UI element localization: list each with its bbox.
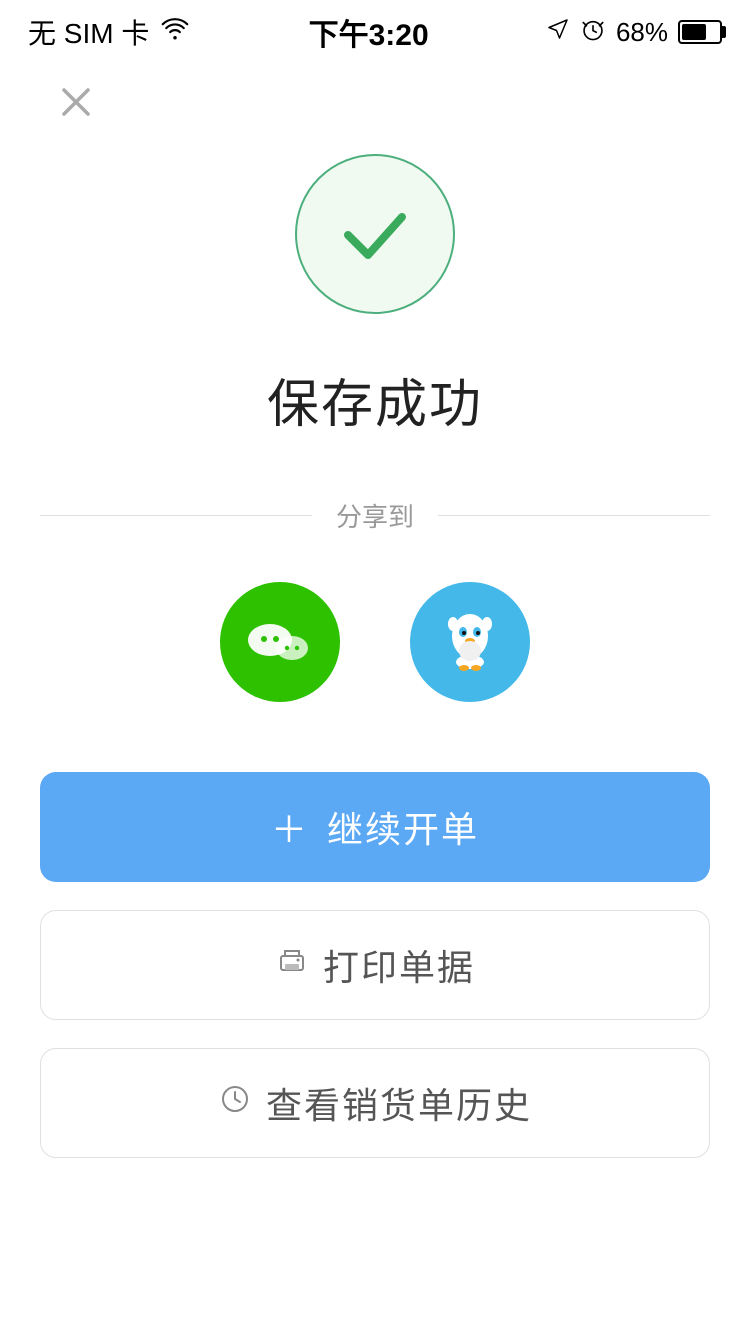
share-label: 分享到 <box>312 497 438 534</box>
action-buttons: ＋ 继续开单 打印单据 查看销货单历史 <box>40 772 710 1158</box>
success-icon-circle <box>295 154 455 314</box>
alarm-icon <box>580 16 606 49</box>
battery-percent-text: 68% <box>616 17 668 48</box>
continue-order-label: 继续开单 <box>327 801 479 853</box>
status-right: 68% <box>546 16 722 49</box>
location-icon <box>546 17 570 48</box>
no-sim-text: 无 SIM 卡 <box>28 12 149 52</box>
history-label: 查看销货单历史 <box>266 1077 532 1129</box>
divider-line-left <box>40 515 312 516</box>
share-icons-row <box>220 582 530 702</box>
continue-order-button[interactable]: ＋ 继续开单 <box>40 772 710 882</box>
print-icon <box>275 944 309 987</box>
wifi-icon <box>159 15 191 50</box>
battery-icon <box>678 20 722 44</box>
print-label: 打印单据 <box>323 939 475 991</box>
main-content: 保存成功 分享到 <box>0 64 750 1334</box>
history-icon <box>218 1082 252 1125</box>
share-section: 分享到 <box>40 497 710 702</box>
qq-share-button[interactable] <box>410 582 530 702</box>
status-time: 下午3:20 <box>309 10 429 54</box>
status-bar: 无 SIM 卡 下午3:20 68% <box>0 0 750 64</box>
plus-icon: ＋ <box>271 801 309 853</box>
print-button[interactable]: 打印单据 <box>40 910 710 1020</box>
divider-line-right <box>438 515 710 516</box>
status-left: 无 SIM 卡 <box>28 12 191 52</box>
view-history-button[interactable]: 查看销货单历史 <box>40 1048 710 1158</box>
share-divider: 分享到 <box>40 497 710 534</box>
wechat-share-button[interactable] <box>220 582 340 702</box>
success-title: 保存成功 <box>267 362 483 437</box>
